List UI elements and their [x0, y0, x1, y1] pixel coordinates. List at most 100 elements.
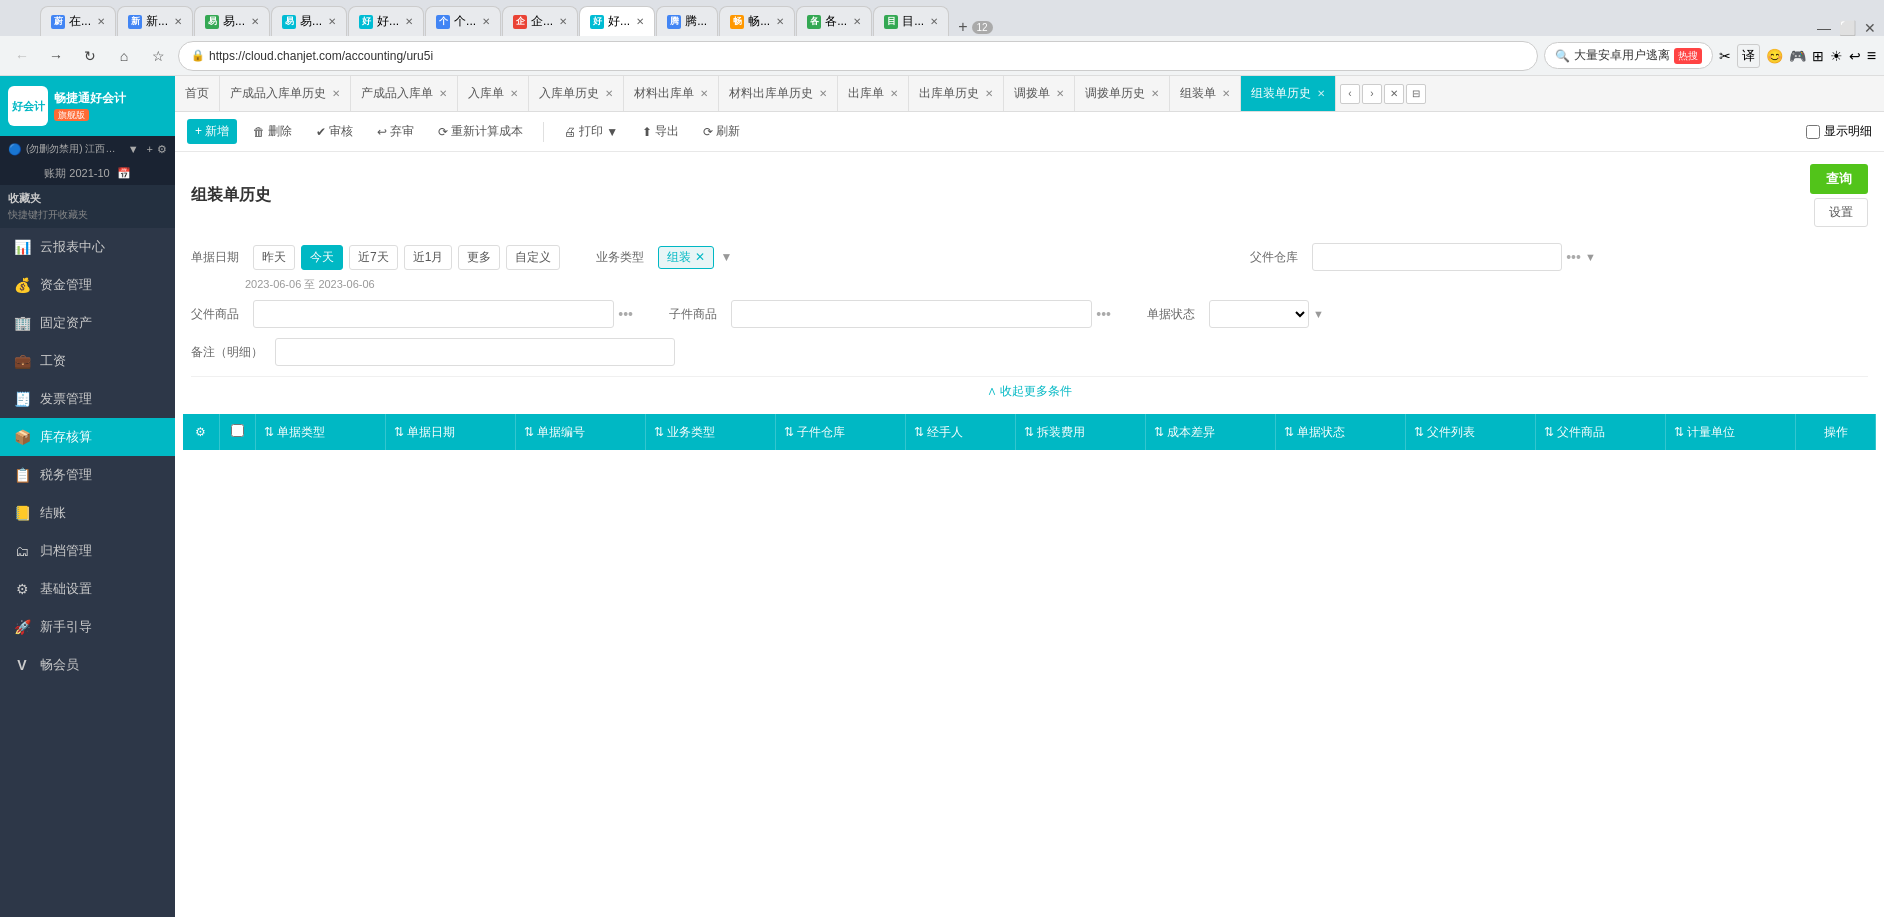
browser-tab-3[interactable]: 易 易... ✕: [194, 6, 270, 36]
browser-tab-9[interactable]: 腾 腾...: [656, 6, 718, 36]
browser-tab-4[interactable]: 易 易... ✕: [271, 6, 347, 36]
tab-close-12[interactable]: ✕: [930, 16, 938, 27]
set-btn[interactable]: 设置: [1814, 198, 1868, 227]
th-unit[interactable]: ⇅计量单位: [1665, 414, 1795, 450]
tab-assembly-history[interactable]: 组装单历史 ✕: [1241, 76, 1336, 112]
sidebar-item-assets[interactable]: 🏢 固定资产: [0, 304, 175, 342]
tab-close-10[interactable]: ✕: [776, 16, 784, 27]
child-goods-input[interactable]: [731, 300, 1092, 328]
menu-icon[interactable]: ≡: [1867, 47, 1876, 65]
th-settings[interactable]: ⚙: [183, 414, 219, 450]
parent-goods-input[interactable]: [253, 300, 614, 328]
maximize-btn[interactable]: ⬜: [1839, 20, 1856, 36]
week7-btn[interactable]: 近7天: [349, 245, 398, 270]
memo-input[interactable]: [275, 338, 675, 366]
tab-close-transfer-history[interactable]: ✕: [1151, 88, 1159, 99]
sidebar-item-reports[interactable]: 📊 云报表中心: [0, 228, 175, 266]
tab-close-1[interactable]: ✕: [97, 16, 105, 27]
settings-icon-company[interactable]: ⚙: [157, 143, 167, 156]
tab-close-material-outbound[interactable]: ✕: [700, 88, 708, 99]
th-doc-no[interactable]: ⇅单据编号: [515, 414, 645, 450]
search-bar[interactable]: 🔍 大量安卓用户逃离 热搜: [1544, 42, 1713, 69]
abandon-btn[interactable]: ↩ 弃审: [369, 119, 422, 144]
tab-close-all[interactable]: ✕: [1384, 84, 1404, 104]
delete-btn[interactable]: 🗑 删除: [245, 119, 300, 144]
tab-transfer[interactable]: 调拨单 ✕: [1004, 76, 1075, 112]
tab-close-outbound-history[interactable]: ✕: [985, 88, 993, 99]
browser-tab-2[interactable]: 新 新... ✕: [117, 6, 193, 36]
sidebar-item-settings[interactable]: ⚙ 基础设置: [0, 570, 175, 608]
tab-assembly[interactable]: 组装单 ✕: [1170, 76, 1241, 112]
tab-close-3[interactable]: ✕: [251, 16, 259, 27]
sidebar-item-funds[interactable]: 💰 资金管理: [0, 266, 175, 304]
browser-tab-6[interactable]: 个 个... ✕: [425, 6, 501, 36]
back-btn[interactable]: ←: [8, 42, 36, 70]
tab-close-assembly[interactable]: ✕: [1222, 88, 1230, 99]
sidebar-item-settle[interactable]: 📒 结账: [0, 494, 175, 532]
th-cost-diff[interactable]: ⇅成本差异: [1145, 414, 1275, 450]
th-handler[interactable]: ⇅经手人: [905, 414, 1015, 450]
refresh-btn-toolbar[interactable]: ⟳ 刷新: [695, 119, 748, 144]
parent-goods-more-icon[interactable]: •••: [618, 306, 633, 322]
th-doc-type[interactable]: ⇅单据类型: [255, 414, 385, 450]
query-btn[interactable]: 查询: [1810, 164, 1868, 194]
company-selector[interactable]: 🔵 (勿删勿禁用) 江西服宝测试专用 ▼ + ⚙: [0, 136, 175, 162]
tab-outbound-history[interactable]: 出库单历史 ✕: [909, 76, 1004, 112]
collapse-bar[interactable]: ∧ 收起更多条件: [191, 376, 1868, 406]
tab-close-2[interactable]: ✕: [174, 16, 182, 27]
forward-btn[interactable]: →: [42, 42, 70, 70]
custom-btn[interactable]: 自定义: [506, 245, 560, 270]
sidebar-item-tax[interactable]: 📋 税务管理: [0, 456, 175, 494]
child-goods-more-icon[interactable]: •••: [1096, 306, 1111, 322]
tab-material-outbound[interactable]: 材料出库单 ✕: [624, 76, 719, 112]
browser-tab-11[interactable]: 各 各... ✕: [796, 6, 872, 36]
th-parent-goods[interactable]: ⇅父件商品: [1535, 414, 1665, 450]
th-disassemble-fee[interactable]: ⇅拆装费用: [1015, 414, 1145, 450]
tab-home[interactable]: 首页: [175, 76, 220, 112]
tab-close-6[interactable]: ✕: [482, 16, 490, 27]
month1-btn[interactable]: 近1月: [404, 245, 453, 270]
th-doc-status[interactable]: ⇅单据状态: [1275, 414, 1405, 450]
tab-close-transfer[interactable]: ✕: [1056, 88, 1064, 99]
sidebar-item-payroll[interactable]: 💼 工资: [0, 342, 175, 380]
sidebar-item-inventory[interactable]: 📦 库存核算: [0, 418, 175, 456]
biz-type-dropdown-icon[interactable]: ▼: [720, 250, 732, 264]
doc-status-dropdown-icon[interactable]: ▼: [1313, 308, 1324, 320]
tab-menu[interactable]: ⊟: [1406, 84, 1426, 104]
tab-inbound-history[interactable]: 入库单历史 ✕: [529, 76, 624, 112]
audit-btn[interactable]: ✔ 审核: [308, 119, 361, 144]
tab-finished-goods[interactable]: 产成品入库单 ✕: [351, 76, 458, 112]
new-tab-btn[interactable]: +: [958, 18, 967, 36]
browser-tab-8[interactable]: 好 好... ✕: [579, 6, 655, 36]
browser-tab-7[interactable]: 企 企... ✕: [502, 6, 578, 36]
th-child-wh[interactable]: ⇅子件仓库: [775, 414, 905, 450]
browser-tab-12[interactable]: 目 目... ✕: [873, 6, 949, 36]
tab-close-8[interactable]: ✕: [636, 16, 644, 27]
sidebar-item-invoice[interactable]: 🧾 发票管理: [0, 380, 175, 418]
tab-close-inbound-history[interactable]: ✕: [605, 88, 613, 99]
today-btn[interactable]: 今天: [301, 245, 343, 270]
export-btn[interactable]: ⬆ 导出: [634, 119, 687, 144]
refresh-btn[interactable]: ↻: [76, 42, 104, 70]
tab-inbound[interactable]: 入库单 ✕: [458, 76, 529, 112]
tab-outbound[interactable]: 出库单 ✕: [838, 76, 909, 112]
parent-warehouse-more-icon[interactable]: •••: [1566, 249, 1581, 265]
biz-type-tag-remove[interactable]: ✕: [695, 250, 705, 264]
sidebar-item-archive[interactable]: 🗂 归档管理: [0, 532, 175, 570]
display-toggle-checkbox[interactable]: [1806, 125, 1820, 139]
new-btn[interactable]: + 新增: [187, 119, 237, 144]
favorites-bar[interactable]: 收藏夹 快捷键打开收藏夹: [0, 185, 175, 228]
parent-warehouse-input[interactable]: [1312, 243, 1562, 271]
address-bar[interactable]: 🔒 https://cloud.chanjet.com/accounting/u…: [178, 41, 1538, 71]
tab-material-outbound-history[interactable]: 材料出库单历史 ✕: [719, 76, 838, 112]
recalc-btn[interactable]: ⟳ 重新计算成本: [430, 119, 531, 144]
parent-warehouse-dropdown-icon[interactable]: ▼: [1585, 251, 1596, 263]
tab-nav-right[interactable]: ›: [1362, 84, 1382, 104]
close-btn[interactable]: ✕: [1864, 20, 1876, 36]
tab-close-5[interactable]: ✕: [405, 16, 413, 27]
tab-close-11[interactable]: ✕: [853, 16, 861, 27]
select-all-checkbox[interactable]: [231, 424, 244, 437]
tab-finished-goods-history[interactable]: 产成品入库单历史 ✕: [220, 76, 351, 112]
tab-close-finished-goods[interactable]: ✕: [439, 88, 447, 99]
more-btn[interactable]: 更多: [458, 245, 500, 270]
